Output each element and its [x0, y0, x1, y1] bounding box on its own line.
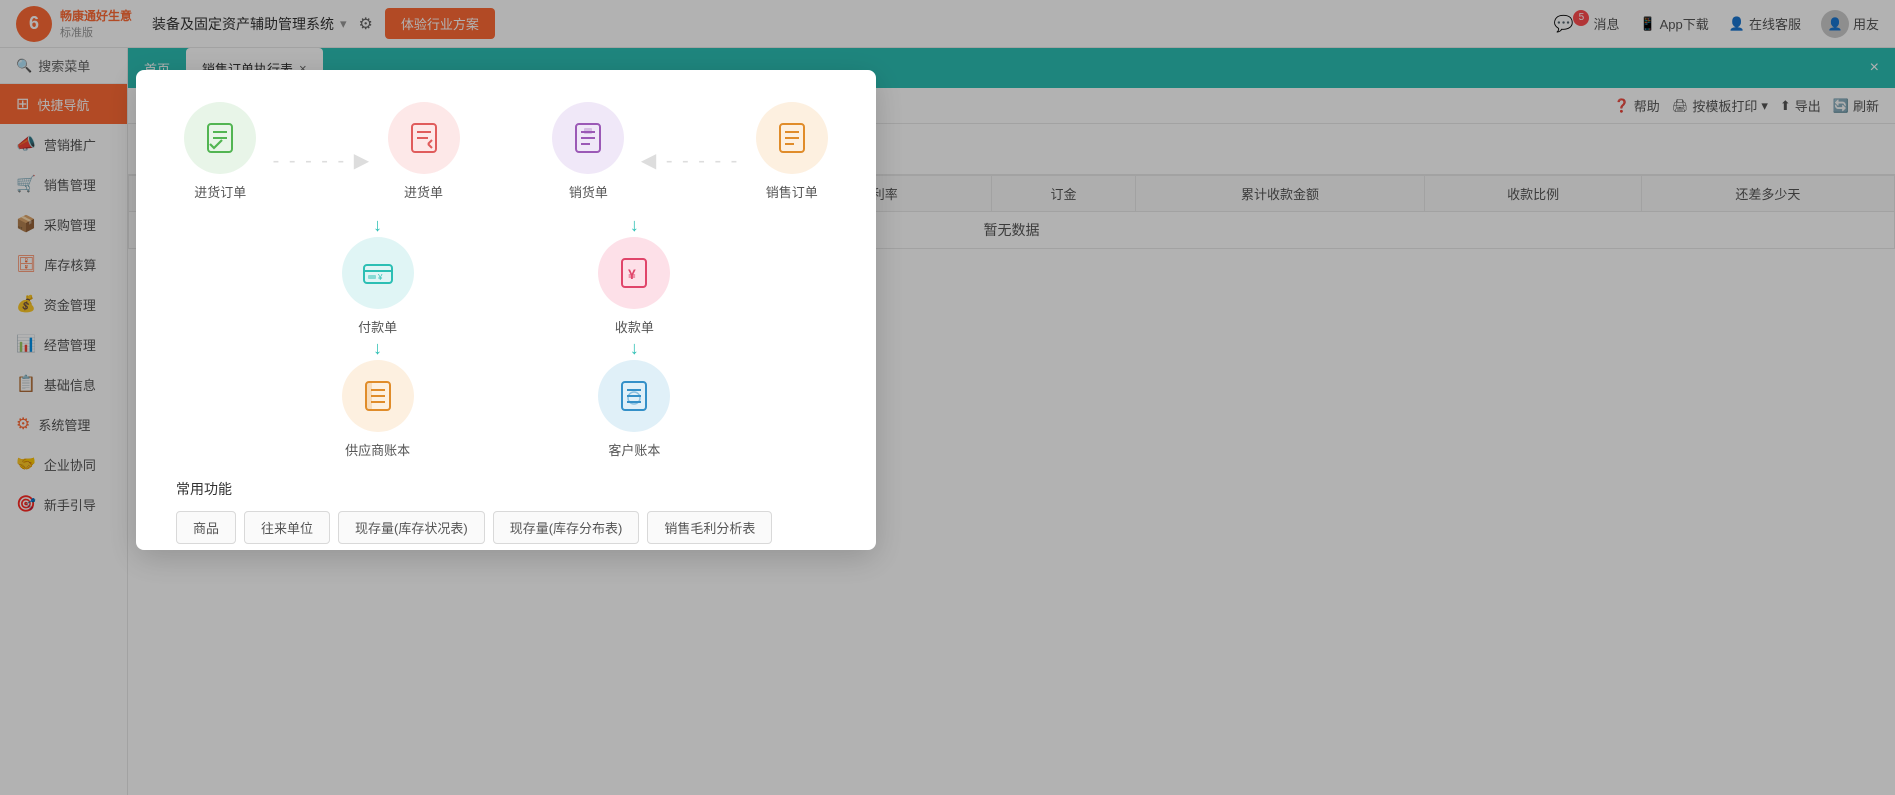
flow-node-purchase-order: 进货订单: [184, 102, 256, 201]
svg-text:¥: ¥: [377, 273, 383, 282]
flow-node-receipt: ¥ 收款单: [598, 237, 670, 336]
func-btn-goods[interactable]: 商品: [176, 511, 236, 544]
sale-bill-circle[interactable]: [552, 102, 624, 174]
receipt-label: 收款单: [615, 317, 654, 336]
function-buttons-row1: 商品 往来单位 现存量(库存状况表) 现存量(库存分布表) 销售毛利分析表 商品…: [176, 511, 836, 550]
flow-node-sale-bill: 销货单: [552, 102, 624, 201]
func-btn-counterpart[interactable]: 往来单位: [244, 511, 330, 544]
payment-label: 付款单: [358, 317, 397, 336]
flow-node-payment: ¥ 付款单: [342, 237, 414, 336]
flow-section: 进货订单 - - - - - ▶ 进货单: [136, 70, 876, 479]
func-btn-stock-dist[interactable]: 现存量(库存分布表): [493, 511, 640, 544]
arrow-po-to-pb: - - - - - ▶: [273, 148, 371, 201]
modal-box: 进货订单 - - - - - ▶ 进货单: [136, 70, 876, 550]
flow-node-customer-ledger: 客户账本: [598, 360, 670, 459]
customer-ledger-label: 客户账本: [608, 440, 660, 459]
receipt-circle[interactable]: ¥: [598, 237, 670, 309]
supplier-ledger-circle[interactable]: [342, 360, 414, 432]
arrow-down-payment: ↓: [373, 336, 382, 360]
purchase-bill-label: 进货单: [404, 182, 443, 201]
flow-node-purchase-bill: 进货单: [388, 102, 460, 201]
sale-bill-label: 销货单: [569, 182, 608, 201]
common-functions-title: 常用功能: [176, 479, 836, 499]
purchase-order-circle[interactable]: [184, 102, 256, 174]
common-functions-section: 常用功能 商品 往来单位 现存量(库存状况表) 现存量(库存分布表) 销售毛利分…: [136, 479, 876, 550]
sale-order-circle[interactable]: [756, 102, 828, 174]
arrow-down-pb: ↓: [373, 213, 382, 237]
payment-circle[interactable]: ¥: [342, 237, 414, 309]
func-btn-sale-margin[interactable]: 销售毛利分析表: [647, 511, 772, 544]
sale-order-label: 销售订单: [766, 182, 818, 201]
flow-node-sale-order: 销售订单: [756, 102, 828, 201]
purchase-order-label: 进货订单: [194, 182, 246, 201]
modal-overlay: 进货订单 - - - - - ▶ 进货单: [0, 0, 1895, 795]
arrow-down-receipt: ↓: [630, 336, 639, 360]
arrow-down-sb: ↓: [630, 213, 639, 237]
func-btn-stock-status[interactable]: 现存量(库存状况表): [338, 511, 485, 544]
flow-node-supplier-ledger: 供应商账本: [342, 360, 414, 459]
purchase-bill-circle[interactable]: [388, 102, 460, 174]
arrow-so-to-sb: ◀ - - - - -: [641, 148, 739, 201]
supplier-ledger-label: 供应商账本: [345, 440, 410, 459]
customer-ledger-circle[interactable]: [598, 360, 670, 432]
svg-text:¥: ¥: [628, 266, 636, 282]
